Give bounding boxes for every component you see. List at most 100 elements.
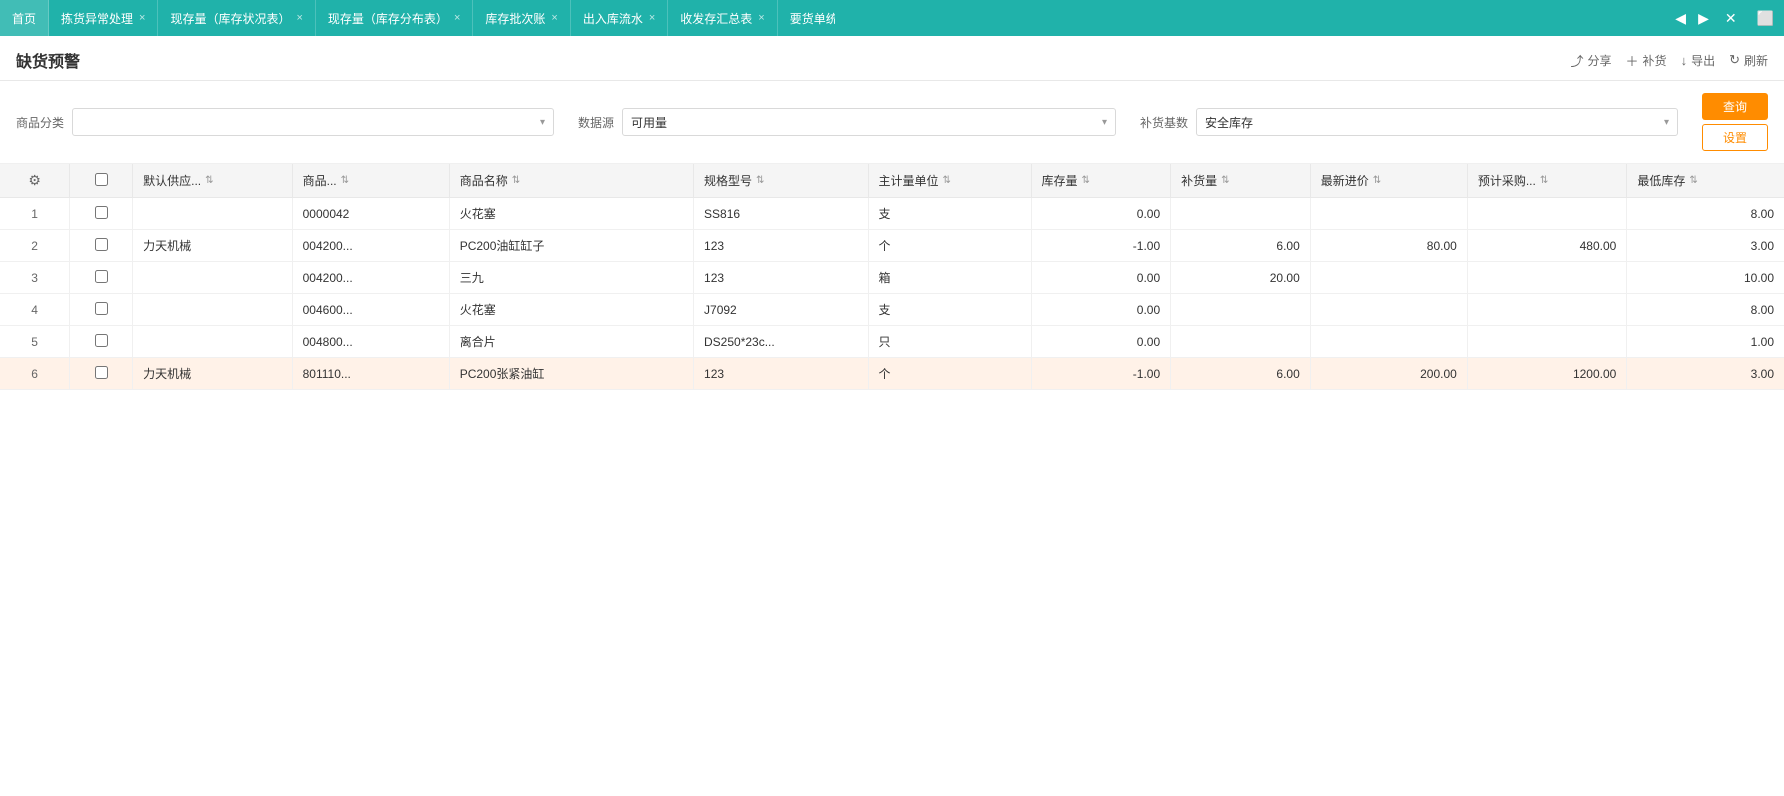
row-latest-price-4 — [1310, 294, 1467, 326]
row-spec-2: 123 — [694, 230, 869, 262]
replenish-chevron-icon: ▾ — [1664, 117, 1669, 128]
row-forecast-2: 480.00 — [1467, 230, 1627, 262]
tab-next-btn[interactable]: ▶ — [1692, 0, 1715, 36]
tab-stock-dist[interactable]: 现存量（库存分布表）× — [316, 0, 473, 36]
th-min-stock[interactable]: 最低库存 ⇅ — [1627, 164, 1784, 198]
tab-inout[interactable]: 出入库流水× — [571, 0, 668, 36]
tab-close-stock-dist[interactable]: × — [454, 12, 460, 24]
row-name-5: 离合片 — [449, 326, 693, 358]
th-unit[interactable]: 主计量单位 ⇅ — [868, 164, 1031, 198]
row-supplier-6: 力天机械 — [133, 358, 293, 390]
row-num-4: 4 — [0, 294, 70, 326]
datasource-chevron-icon: ▾ — [1102, 117, 1107, 128]
th-checkbox — [70, 164, 133, 198]
table-wrapper: ⚙ 默认供应... ⇅ 商品... ⇅ — [0, 164, 1784, 390]
th-spec[interactable]: 规格型号 ⇅ — [694, 164, 869, 198]
export-icon: ↓ — [1681, 53, 1688, 68]
replenish-button[interactable]: ＋ 补货 — [1626, 51, 1667, 70]
tab-prev-btn[interactable]: ◀ — [1669, 0, 1692, 36]
th-replenish-qty[interactable]: 补货量 ⇅ — [1171, 164, 1311, 198]
row-replenish-6: 6.00 — [1171, 358, 1311, 390]
gear-icon[interactable]: ⚙ — [28, 172, 41, 188]
datasource-select[interactable]: 可用量 ▾ — [622, 108, 1116, 136]
table-header-row: ⚙ 默认供应... ⇅ 商品... ⇅ — [0, 164, 1784, 198]
share-icon: ⤴ — [1571, 51, 1584, 70]
tab-close-batch[interactable]: × — [551, 12, 557, 24]
row-checkbox-2[interactable] — [70, 230, 133, 262]
main-content: 缺货预警 ⤴ 分享 ＋ 补货 ↓ 导出 ↻ 刷新 商品分类 — [0, 36, 1784, 796]
tab-home[interactable]: 首页 — [0, 0, 49, 36]
row-code-3: 004200... — [292, 262, 449, 294]
th-stock[interactable]: 库存量 ⇅ — [1031, 164, 1171, 198]
row-supplier-4 — [133, 294, 293, 326]
row-replenish-3: 20.00 — [1171, 262, 1311, 294]
unit-sort-icon: ⇅ — [943, 175, 951, 186]
th-name[interactable]: 商品名称 ⇅ — [449, 164, 693, 198]
th-forecast[interactable]: 预计采购... ⇅ — [1467, 164, 1627, 198]
tab-close-receipt[interactable]: × — [758, 12, 764, 24]
tab-abnormal[interactable]: 拣货异常处理× — [49, 0, 158, 36]
row-stock-5: 0.00 — [1031, 326, 1171, 358]
row-replenish-5 — [1171, 326, 1311, 358]
table-row: 4 004600... 火花塞 J7092 支 0.00 8.00 — [0, 294, 1784, 326]
close-tab-btn[interactable]: ✕ — [1715, 0, 1747, 36]
query-button[interactable]: 查询 — [1702, 93, 1768, 120]
tab-receipt[interactable]: 收发存汇总表× — [668, 0, 777, 36]
datasource-select-value: 可用量 — [631, 114, 667, 131]
category-select[interactable]: ▾ — [72, 108, 554, 136]
data-table: ⚙ 默认供应... ⇅ 商品... ⇅ — [0, 164, 1784, 390]
price-sort-icon: ⇅ — [1373, 175, 1381, 186]
category-label: 商品分类 — [16, 114, 64, 131]
th-code[interactable]: 商品... ⇅ — [292, 164, 449, 198]
row-supplier-5 — [133, 326, 293, 358]
category-filter-group: 商品分类 ▾ — [16, 108, 554, 136]
tab-close-stock-status[interactable]: × — [296, 12, 302, 24]
tab-stock-status[interactable]: 现存量（库存状况表）× — [158, 0, 315, 36]
row-checkbox-4[interactable] — [70, 294, 133, 326]
row-min-stock-5: 1.00 — [1627, 326, 1784, 358]
row-spec-5: DS250*23c... — [694, 326, 869, 358]
select-all-checkbox[interactable] — [95, 173, 108, 186]
tab-bar: 首页拣货异常处理×现存量（库存状况表）×现存量（库存分布表）×库存批次账×出入库… — [0, 0, 1784, 36]
tab-batch[interactable]: 库存批次账× — [473, 0, 570, 36]
row-checkbox-5[interactable] — [70, 326, 133, 358]
th-latest-price[interactable]: 最新进价 ⇅ — [1310, 164, 1467, 198]
filter-area: 商品分类 ▾ 数据源 可用量 ▾ 补货基数 安全库存 ▾ 查询 设置 — [0, 81, 1784, 164]
th-supplier[interactable]: 默认供应... ⇅ — [133, 164, 293, 198]
row-checkbox-1[interactable] — [70, 198, 133, 230]
min-stock-sort-icon: ⇅ — [1689, 175, 1697, 186]
table-row: 2 力天机械 004200... PC200油缸缸子 123 个 -1.00 6… — [0, 230, 1784, 262]
maximize-btn[interactable]: ⬜ — [1747, 0, 1784, 36]
row-latest-price-5 — [1310, 326, 1467, 358]
tab-close-abnormal[interactable]: × — [139, 12, 145, 24]
row-name-3: 三九 — [449, 262, 693, 294]
row-unit-3: 箱 — [868, 262, 1031, 294]
row-forecast-5 — [1467, 326, 1627, 358]
datasource-filter-group: 数据源 可用量 ▾ — [578, 108, 1116, 136]
row-spec-3: 123 — [694, 262, 869, 294]
row-replenish-4 — [1171, 294, 1311, 326]
row-name-6: PC200张紧油缸 — [449, 358, 693, 390]
replenish-label: 补货基数 — [1140, 114, 1188, 131]
forecast-sort-icon: ⇅ — [1540, 175, 1548, 186]
refresh-button[interactable]: ↻ 刷新 — [1729, 52, 1768, 69]
page-title: 缺货预警 — [16, 48, 80, 72]
settings-button[interactable]: 设置 — [1702, 124, 1768, 151]
row-latest-price-2: 80.00 — [1310, 230, 1467, 262]
export-button[interactable]: ↓ 导出 — [1681, 52, 1716, 69]
row-code-6: 801110... — [292, 358, 449, 390]
row-stock-4: 0.00 — [1031, 294, 1171, 326]
filter-actions: 查询 设置 — [1702, 93, 1768, 151]
row-min-stock-2: 3.00 — [1627, 230, 1784, 262]
row-stock-1: 0.00 — [1031, 198, 1171, 230]
share-button[interactable]: ⤴ 分享 — [1571, 51, 1612, 70]
row-checkbox-3[interactable] — [70, 262, 133, 294]
row-num-2: 2 — [0, 230, 70, 262]
replenish-icon: ＋ — [1626, 51, 1639, 70]
row-unit-6: 个 — [868, 358, 1031, 390]
row-supplier-1 — [133, 198, 293, 230]
replenish-select[interactable]: 安全库存 ▾ — [1196, 108, 1678, 136]
tab-close-inout[interactable]: × — [649, 12, 655, 24]
tab-demand[interactable]: 要货单统计表× — [778, 0, 835, 36]
row-checkbox-6[interactable] — [70, 358, 133, 390]
